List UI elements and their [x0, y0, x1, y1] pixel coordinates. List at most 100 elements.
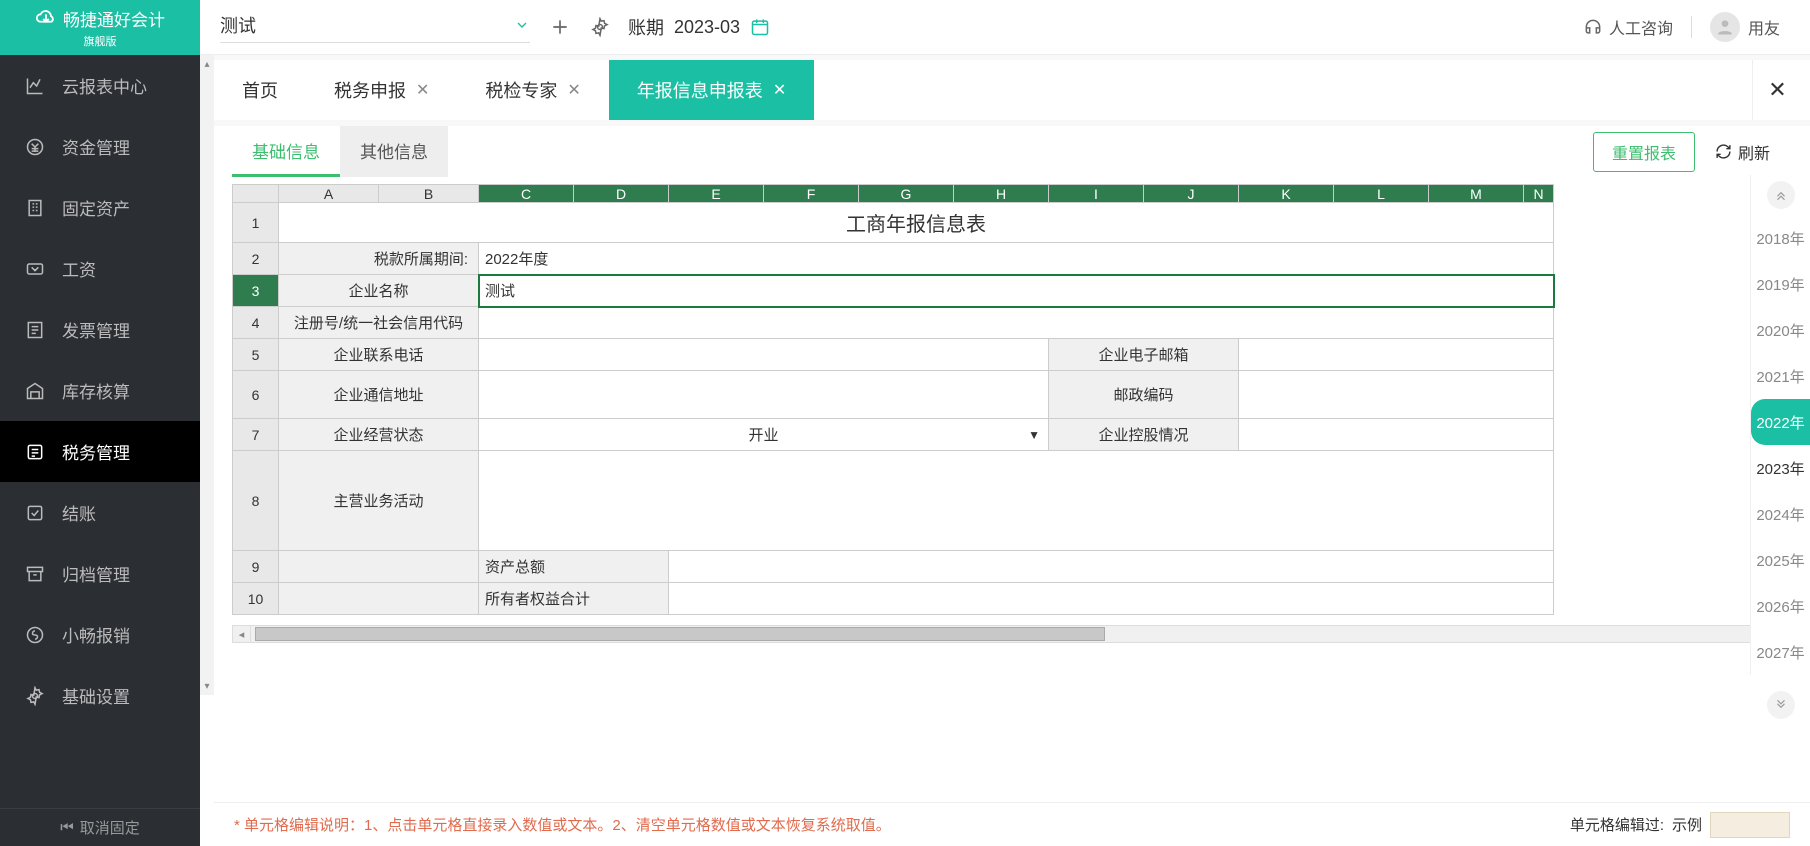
col-head[interactable]: I — [1049, 185, 1144, 203]
sheet-title[interactable]: 工商年报信息表 — [279, 203, 1554, 243]
sidebar-collapse-handle[interactable]: ▴ ▾ — [200, 55, 214, 695]
col-head[interactable]: J — [1144, 185, 1239, 203]
col-head[interactable]: A — [279, 185, 379, 203]
add-icon[interactable] — [550, 17, 570, 37]
holding-label-cell[interactable]: 企业控股情况 — [1049, 419, 1239, 451]
period-label-cell[interactable]: 税款所属期间: — [279, 243, 479, 275]
year-item[interactable]: 2025年 — [1751, 537, 1810, 583]
col-head[interactable]: B — [379, 185, 479, 203]
row-head[interactable]: 2 — [233, 243, 279, 275]
row-head[interactable]: 5 — [233, 339, 279, 371]
company-selector[interactable]: 测试 — [220, 12, 530, 43]
row-head[interactable]: 3 — [233, 275, 279, 307]
sidebar-item-building[interactable]: 固定资产 — [0, 177, 200, 238]
refresh-button[interactable]: 刷新 — [1715, 140, 1770, 164]
addr-value-cell[interactable] — [479, 371, 1049, 419]
period-value[interactable]: 2023-03 — [674, 17, 740, 38]
addr-label-cell[interactable]: 企业通信地址 — [279, 371, 479, 419]
sidebar-item-warehouse[interactable]: 库存核算 — [0, 360, 200, 421]
sidebar-item-reimburse[interactable]: 小畅报销 — [0, 604, 200, 665]
row-head[interactable]: 8 — [233, 451, 279, 551]
status-label-cell[interactable]: 企业经营状态 — [279, 419, 479, 451]
scroll-left-icon[interactable]: ◂ — [233, 626, 251, 642]
zip-label-cell[interactable]: 邮政编码 — [1049, 371, 1239, 419]
consult-button[interactable]: 人工咨询 — [1583, 15, 1673, 39]
year-item[interactable]: 2018年 — [1751, 215, 1810, 261]
col-head[interactable]: G — [859, 185, 954, 203]
rownum-cell[interactable] — [279, 551, 479, 583]
col-head[interactable]: N — [1524, 185, 1554, 203]
year-item[interactable]: 2024年 — [1751, 491, 1810, 537]
close-icon[interactable]: ✕ — [416, 80, 429, 100]
col-head[interactable]: F — [764, 185, 859, 203]
close-icon[interactable]: ✕ — [773, 80, 786, 100]
reset-report-button[interactable]: 重置报表 — [1593, 132, 1695, 172]
rownum-cell[interactable] — [279, 583, 479, 615]
tab[interactable]: 税务申报✕ — [306, 60, 457, 120]
reg-label-cell[interactable]: 注册号/统一社会信用代码 — [279, 307, 479, 339]
tab[interactable]: 年报信息申报表✕ — [609, 60, 814, 120]
unpin-button[interactable]: ⏮取消固定 — [0, 808, 200, 846]
sidebar-item-salary[interactable]: 工资 — [0, 238, 200, 299]
year-item[interactable]: 2026年 — [1751, 583, 1810, 629]
assets-value-cell[interactable] — [669, 551, 1554, 583]
tab[interactable]: 首页 — [214, 60, 306, 120]
col-head[interactable]: H — [954, 185, 1049, 203]
row-head[interactable]: 10 — [233, 583, 279, 615]
row-head[interactable]: 7 — [233, 419, 279, 451]
scrollbar-thumb[interactable] — [255, 627, 1105, 641]
year-item[interactable]: 2023年 — [1751, 445, 1810, 491]
period-value-cell[interactable]: 2022年度 — [479, 243, 1554, 275]
close-all-tabs-button[interactable]: ✕ — [1752, 60, 1802, 120]
collapse-up-icon[interactable] — [1767, 181, 1795, 209]
company-value-cell[interactable]: 测试 — [479, 275, 1554, 307]
money-icon — [24, 136, 46, 158]
tab[interactable]: 税检专家✕ — [457, 60, 608, 120]
row-head[interactable]: 4 — [233, 307, 279, 339]
sidebar-item-settings[interactable]: 基础设置 — [0, 665, 200, 726]
col-head[interactable]: K — [1239, 185, 1334, 203]
year-item[interactable]: 2022年 — [1751, 399, 1810, 445]
sidebar-item-money[interactable]: 资金管理 — [0, 116, 200, 177]
row-head[interactable]: 1 — [233, 203, 279, 243]
sheet-corner[interactable] — [233, 185, 279, 203]
sidebar-item-tax[interactable]: 税务管理 — [0, 421, 200, 482]
user-area[interactable]: 用友 — [1710, 12, 1780, 42]
sidebar-item-archive[interactable]: 归档管理 — [0, 543, 200, 604]
sidebar-item-chart-line[interactable]: 云报表中心 — [0, 55, 200, 116]
reg-value-cell[interactable] — [479, 307, 1554, 339]
gear-icon[interactable] — [590, 17, 610, 37]
col-head[interactable]: M — [1429, 185, 1524, 203]
year-item[interactable]: 2020年 — [1751, 307, 1810, 353]
year-item[interactable]: 2027年 — [1751, 629, 1810, 675]
col-head[interactable]: C — [479, 185, 574, 203]
equity-label-cell[interactable]: 所有者权益合计 — [479, 583, 669, 615]
zip-value-cell[interactable] — [1239, 371, 1554, 419]
company-label-cell[interactable]: 企业名称 — [279, 275, 479, 307]
sidebar-item-closing[interactable]: 结账 — [0, 482, 200, 543]
year-item[interactable]: 2019年 — [1751, 261, 1810, 307]
sheet-horizontal-scrollbar[interactable]: ◂ ▸ — [232, 625, 1792, 643]
calendar-icon[interactable] — [750, 17, 770, 37]
assets-label-cell[interactable]: 资产总额 — [479, 551, 669, 583]
sub-tab[interactable]: 其他信息 — [340, 126, 448, 177]
sidebar-item-invoice[interactable]: 发票管理 — [0, 299, 200, 360]
email-value-cell[interactable] — [1239, 339, 1554, 371]
col-head[interactable]: D — [574, 185, 669, 203]
row-head[interactable]: 9 — [233, 551, 279, 583]
close-icon[interactable]: ✕ — [567, 80, 580, 100]
year-item[interactable]: 2021年 — [1751, 353, 1810, 399]
sub-tab[interactable]: 基础信息 — [232, 126, 340, 177]
mainbiz-label-cell[interactable]: 主营业务活动 — [279, 451, 479, 551]
phone-value-cell[interactable] — [479, 339, 1049, 371]
status-value-cell[interactable]: 开业▼ — [479, 419, 1049, 451]
email-label-cell[interactable]: 企业电子邮箱 — [1049, 339, 1239, 371]
col-head[interactable]: L — [1334, 185, 1429, 203]
expand-down-icon[interactable] — [1767, 691, 1795, 719]
row-head[interactable]: 6 — [233, 371, 279, 419]
equity-value-cell[interactable] — [669, 583, 1554, 615]
mainbiz-value-cell[interactable] — [479, 451, 1554, 551]
phone-label-cell[interactable]: 企业联系电话 — [279, 339, 479, 371]
holding-value-cell[interactable] — [1239, 419, 1554, 451]
col-head[interactable]: E — [669, 185, 764, 203]
